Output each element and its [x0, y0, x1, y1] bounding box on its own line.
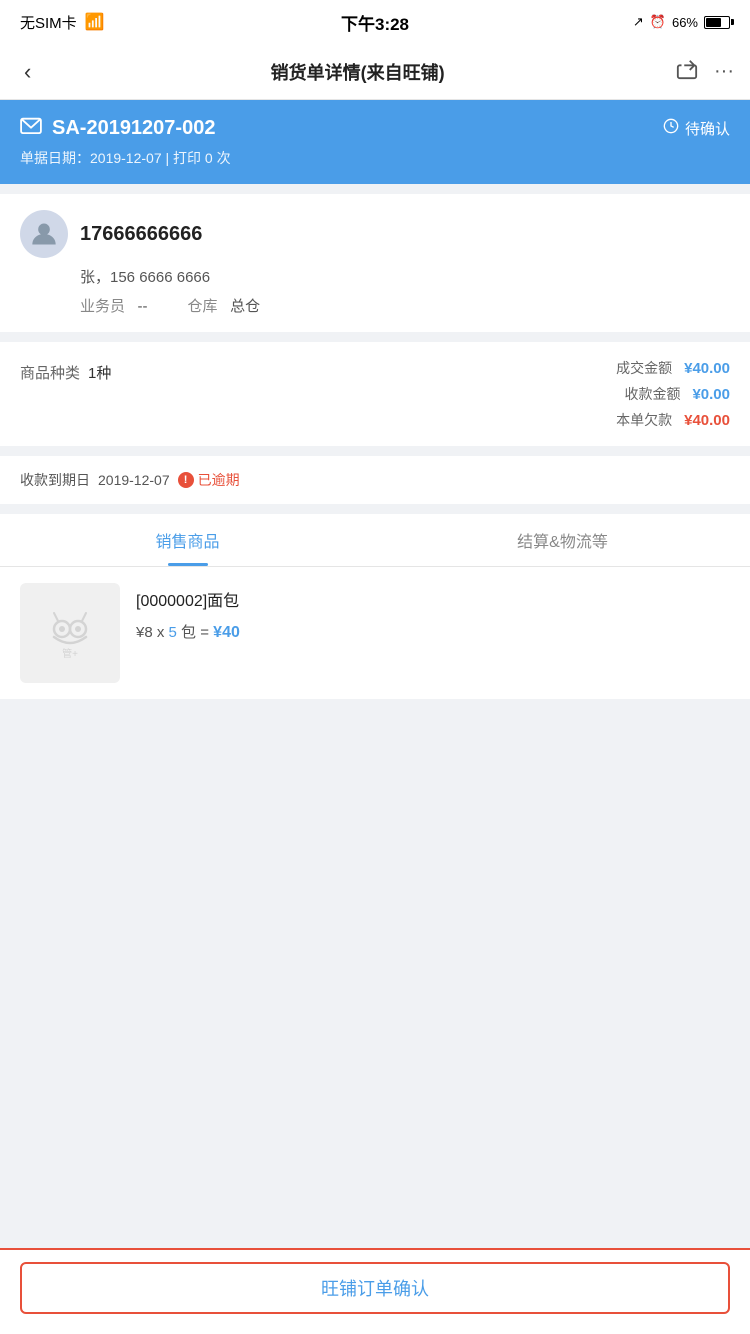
customer-avatar [20, 210, 68, 258]
product-price: ¥8 [136, 624, 153, 641]
overdue-badge: ! 已逾期 [178, 470, 240, 490]
alarm-icon: ⏰ [650, 14, 666, 30]
due-date-value: 2019-12-07 [98, 472, 170, 488]
clock-icon [663, 118, 679, 138]
product-types-label: 商品种类 [20, 362, 80, 383]
status-bar: 无SIM卡 📶 下午3:28 ↗ ⏰ 66% [0, 0, 750, 44]
customer-contact: 张，156 6666 6666 [80, 266, 730, 287]
share-icon[interactable] [676, 58, 698, 86]
order-status: 待确认 [663, 118, 730, 139]
amounts: 成交金额 ¥40.00 收款金额 ¥0.00 本单欠款 ¥40.00 [616, 358, 730, 430]
back-button[interactable]: ‹ [16, 51, 39, 93]
overdue-dot-icon: ! [178, 472, 194, 488]
confirm-order-button[interactable]: 旺铺订单确认 [20, 1262, 730, 1314]
product-image: 管+ [20, 583, 120, 683]
order-number: SA-20191207-002 [52, 117, 215, 140]
order-header: SA-20191207-002 待确认 单据日期：2019-12-07 | 打印… [0, 100, 750, 184]
battery-icon [704, 16, 730, 29]
tab-settlement-logistics[interactable]: 结算&物流等 [375, 514, 750, 566]
product-total: ¥40 [213, 624, 240, 641]
product-calc: ¥8 x 5 包 = ¥40 [136, 621, 730, 642]
wifi-icon: 📶 [85, 12, 105, 32]
carrier-label: 无SIM卡 [20, 12, 77, 33]
product-item: 管+ [0000002]面包 ¥8 x 5 包 = ¥40 [20, 583, 730, 683]
product-count: 商品种类 1种 [20, 358, 111, 383]
product-section: 管+ [0000002]面包 ¥8 x 5 包 = ¥40 [0, 567, 750, 699]
arrears-value: ¥40.00 [684, 412, 730, 429]
order-icon [20, 116, 42, 140]
battery-percent: 66% [672, 15, 698, 30]
summary-section: 商品种类 1种 成交金额 ¥40.00 收款金额 ¥0.00 本单欠款 ¥40.… [0, 342, 750, 446]
nav-actions: ··· [676, 58, 734, 86]
transaction-amount-label: 成交金额 [616, 358, 672, 378]
arrears-label: 本单欠款 [616, 410, 672, 430]
warehouse-value: 总仓 [230, 298, 260, 315]
location-icon: ↗ [633, 14, 644, 30]
status-text: 待确认 [685, 118, 730, 139]
more-icon[interactable]: ··· [714, 60, 734, 83]
status-bar-left: 无SIM卡 📶 [20, 12, 105, 33]
order-date: 单据日期：2019-12-07 | 打印 0 次 [20, 148, 730, 168]
spacer [0, 699, 750, 979]
product-unit: 包 [181, 624, 196, 641]
customer-phone: 17666666666 [80, 223, 202, 246]
svg-text:管+: 管+ [62, 647, 78, 660]
tabs-section: 销售商品 结算&物流等 管+ [00000 [0, 514, 750, 699]
customer-section: 17666666666 张，156 6666 6666 业务员 -- 仓库 总仓 [0, 194, 750, 332]
transaction-amount-value: ¥40.00 [684, 360, 730, 377]
due-date-label: 收款到期日 [20, 470, 90, 490]
status-bar-time: 下午3:28 [341, 10, 409, 35]
overdue-text: 已逾期 [198, 470, 240, 490]
nav-bar: ‹ 销货单详情(来自旺铺) ··· [0, 44, 750, 100]
received-amount-value: ¥0.00 [692, 386, 730, 403]
due-section: 收款到期日 2019-12-07 ! 已逾期 [0, 456, 750, 504]
bottom-bar: 旺铺订单确认 [0, 1248, 750, 1334]
status-bar-right: ↗ ⏰ 66% [633, 14, 730, 30]
tabs-row: 销售商品 结算&物流等 [0, 514, 750, 567]
customer-meta: 业务员 -- 仓库 总仓 [80, 295, 730, 316]
product-name: [0000002]面包 [136, 587, 730, 611]
received-amount-label: 收款金额 [624, 384, 680, 404]
product-types-value: 1种 [88, 362, 111, 383]
product-quantity: 5 [169, 624, 177, 641]
tab-sales-products[interactable]: 销售商品 [0, 514, 375, 566]
salesperson-value: -- [138, 298, 148, 315]
salesperson-label: 业务员 [80, 298, 125, 315]
warehouse-label: 仓库 [188, 298, 218, 315]
page-title: 销货单详情(来自旺铺) [271, 59, 445, 85]
product-info: [0000002]面包 ¥8 x 5 包 = ¥40 [136, 583, 730, 642]
